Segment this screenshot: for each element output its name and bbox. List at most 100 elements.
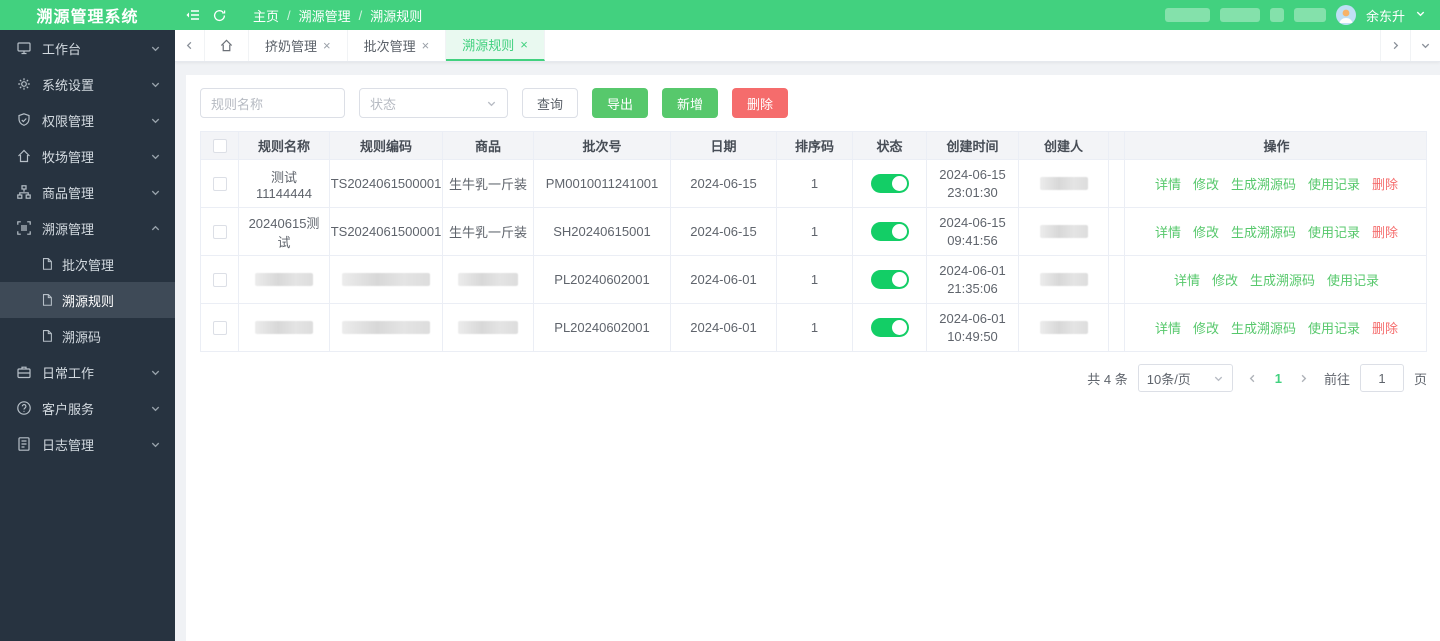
sidebar-item-权限管理[interactable]: 权限管理 bbox=[0, 102, 175, 138]
action-修改[interactable]: 修改 bbox=[1193, 318, 1219, 337]
sidebar-subitem-批次管理[interactable]: 批次管理 bbox=[0, 246, 175, 282]
table-row: PL20240602001 2024-06-01 1 2024-06-01 10:49:… bbox=[201, 304, 1426, 352]
action-修改[interactable]: 修改 bbox=[1193, 222, 1219, 241]
document-icon bbox=[40, 293, 54, 307]
column-header-状态: 状态 bbox=[853, 132, 927, 159]
sidebar-item-客户服务[interactable]: 客户服务 bbox=[0, 390, 175, 426]
tabs-scroll-right-icon[interactable] bbox=[1380, 30, 1410, 61]
created-time: 2024-06-15 23:01:30 bbox=[939, 166, 1006, 200]
export-button[interactable]: 导出 bbox=[592, 88, 649, 118]
row-checkbox[interactable] bbox=[212, 176, 227, 191]
tab-挤奶管理[interactable]: 挤奶管理 × bbox=[249, 30, 348, 61]
cell-status bbox=[853, 304, 927, 351]
status-toggle[interactable] bbox=[870, 222, 909, 241]
sidebar-item-商品管理[interactable]: 商品管理 bbox=[0, 174, 175, 210]
content-panel: 规则名称 状态 查询 导出 新增 删除 规则名称 规则编码 商品 批次号 日期 排序码 状态… bbox=[186, 75, 1440, 641]
breadcrumb-item[interactable]: 溯源规则 bbox=[370, 6, 422, 25]
action-使用记录[interactable]: 使用记录 bbox=[1308, 174, 1360, 193]
row-checkbox[interactable] bbox=[212, 272, 227, 287]
cell-product: 生牛乳一斤装 bbox=[443, 160, 534, 207]
column-header-批次号: 批次号 bbox=[534, 132, 671, 159]
action-使用记录[interactable]: 使用记录 bbox=[1308, 222, 1360, 241]
cell-product bbox=[443, 304, 534, 351]
home-tab[interactable] bbox=[205, 30, 249, 61]
avatar[interactable] bbox=[1335, 5, 1356, 25]
close-icon[interactable]: × bbox=[422, 39, 430, 52]
next-page-icon[interactable] bbox=[1294, 373, 1314, 384]
action-生成溯源码[interactable]: 生成溯源码 bbox=[1231, 318, 1296, 337]
status-toggle[interactable] bbox=[870, 270, 909, 289]
page-size-select[interactable]: 10条/页 bbox=[1137, 364, 1233, 392]
cell-gap bbox=[1109, 256, 1125, 303]
rule-name-placeholder: 规则名称 bbox=[211, 96, 264, 112]
breadcrumb-item[interactable]: 溯源管理 bbox=[299, 6, 351, 25]
action-删除[interactable]: 删除 bbox=[1372, 174, 1398, 193]
collapse-sidebar-icon[interactable] bbox=[185, 7, 201, 23]
action-生成溯源码[interactable]: 生成溯源码 bbox=[1231, 174, 1296, 193]
action-生成溯源码[interactable]: 生成溯源码 bbox=[1250, 270, 1315, 289]
search-button[interactable]: 查询 bbox=[522, 88, 579, 118]
sidebar-subitem-溯源码[interactable]: 溯源码 bbox=[0, 318, 175, 354]
row-checkbox[interactable] bbox=[212, 320, 227, 335]
username[interactable]: 余东升 bbox=[1366, 6, 1405, 25]
sidebar-item-牧场管理[interactable]: 牧场管理 bbox=[0, 138, 175, 174]
action-links: 详情 修改 生成溯源码 使用记录 bbox=[1174, 270, 1379, 289]
prev-page-icon[interactable] bbox=[1243, 373, 1263, 384]
cell-name bbox=[239, 304, 330, 351]
status-select[interactable]: 状态 bbox=[359, 88, 508, 118]
cell-sort: 1 bbox=[777, 256, 853, 303]
action-使用记录[interactable]: 使用记录 bbox=[1308, 318, 1360, 337]
gear-icon bbox=[16, 76, 32, 92]
action-生成溯源码[interactable]: 生成溯源码 bbox=[1231, 222, 1296, 241]
close-icon[interactable]: × bbox=[323, 39, 331, 52]
action-详情[interactable]: 详情 bbox=[1155, 174, 1181, 193]
goto-page-input[interactable]: 1 bbox=[1359, 364, 1404, 392]
sidebar-item-系统设置[interactable]: 系统设置 bbox=[0, 66, 175, 102]
chevron-down-icon bbox=[150, 79, 161, 90]
action-修改[interactable]: 修改 bbox=[1212, 270, 1238, 289]
select-all-checkbox[interactable] bbox=[212, 138, 227, 153]
chevron-down-icon bbox=[150, 115, 161, 126]
sidebar-item-工作台[interactable]: 工作台 bbox=[0, 30, 175, 66]
action-links: 详情 修改 生成溯源码 使用记录 删除 bbox=[1155, 318, 1398, 337]
action-删除[interactable]: 删除 bbox=[1372, 318, 1398, 337]
add-button[interactable]: 新增 bbox=[662, 88, 719, 118]
tab-批次管理[interactable]: 批次管理 × bbox=[348, 30, 447, 61]
cell-gap bbox=[1109, 160, 1125, 207]
sidebar-item-label: 客户服务 bbox=[42, 401, 95, 417]
action-修改[interactable]: 修改 bbox=[1193, 174, 1219, 193]
cell-code bbox=[330, 256, 443, 303]
breadcrumb-item[interactable]: 主页 bbox=[253, 6, 279, 25]
action-删除[interactable]: 删除 bbox=[1372, 222, 1398, 241]
chevron-down-icon[interactable] bbox=[1415, 6, 1426, 24]
column-header-排序码: 排序码 bbox=[777, 132, 853, 159]
action-详情[interactable]: 详情 bbox=[1174, 270, 1200, 289]
sidebar-item-日志管理[interactable]: 日志管理 bbox=[0, 426, 175, 462]
breadcrumb-separator: / bbox=[358, 7, 363, 23]
delete-button[interactable]: 删除 bbox=[732, 88, 789, 118]
cell-sort: 1 bbox=[777, 304, 853, 351]
tab-溯源规则[interactable]: 溯源规则 × bbox=[446, 30, 545, 61]
current-page[interactable]: 1 bbox=[1273, 371, 1284, 386]
close-icon[interactable]: × bbox=[520, 38, 528, 51]
action-使用记录[interactable]: 使用记录 bbox=[1327, 270, 1379, 289]
rule-name-input[interactable]: 规则名称 bbox=[200, 88, 345, 118]
action-详情[interactable]: 详情 bbox=[1155, 318, 1181, 337]
tabs-scroll-left-icon[interactable] bbox=[175, 30, 205, 61]
question-icon bbox=[16, 400, 32, 416]
top-header: 溯源管理系统 主页 / 溯源管理 / 溯源规则 余东升 bbox=[0, 0, 1440, 30]
status-toggle[interactable] bbox=[870, 318, 909, 337]
sidebar-subitem-溯源规则[interactable]: 溯源规则 bbox=[0, 282, 175, 318]
refresh-icon[interactable] bbox=[211, 7, 227, 23]
cell-date: 2024-06-15 bbox=[671, 160, 777, 207]
sidebar-item-溯源管理[interactable]: 溯源管理 bbox=[0, 210, 175, 246]
tabbar-right bbox=[1380, 30, 1440, 61]
sidebar-item-日常工作[interactable]: 日常工作 bbox=[0, 354, 175, 390]
cell-creator bbox=[1019, 208, 1109, 255]
cell-created: 2024-06-01 10:49:50 bbox=[927, 304, 1019, 351]
action-详情[interactable]: 详情 bbox=[1155, 222, 1181, 241]
status-toggle[interactable] bbox=[870, 174, 909, 193]
row-checkbox[interactable] bbox=[212, 224, 227, 239]
sidebar-item-label: 商品管理 bbox=[42, 185, 95, 201]
tabs-menu-icon[interactable] bbox=[1410, 30, 1440, 61]
